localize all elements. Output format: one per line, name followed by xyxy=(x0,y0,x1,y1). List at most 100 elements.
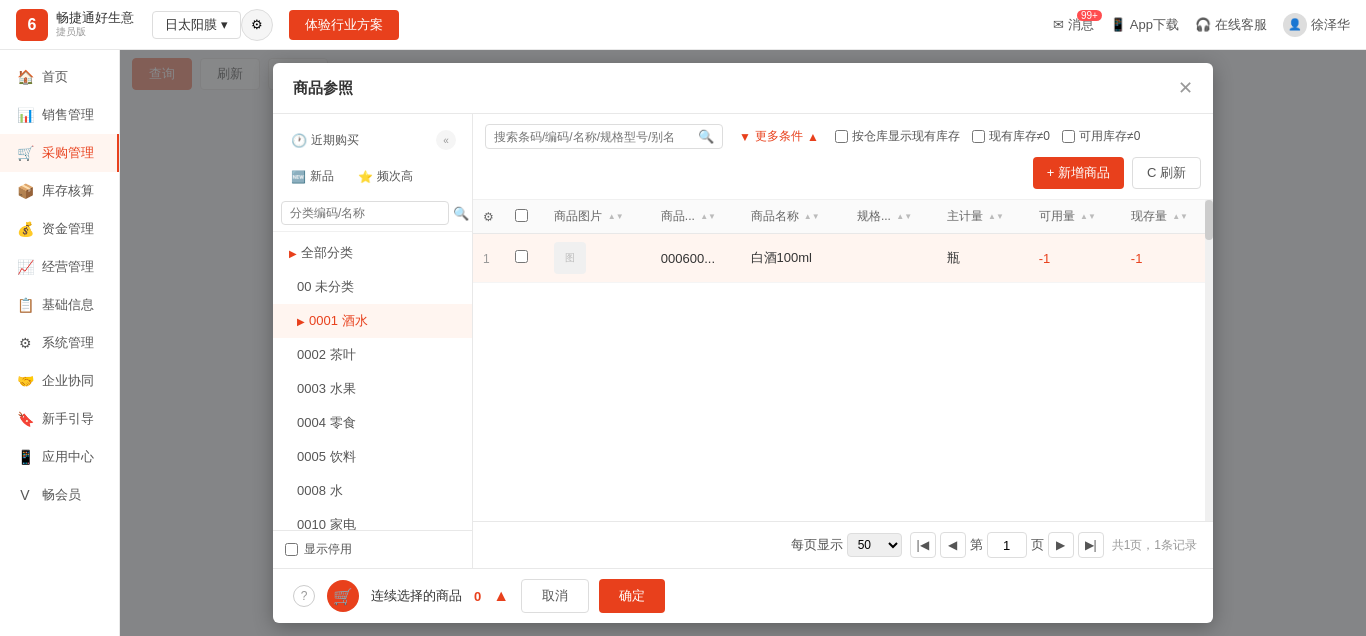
help-icon-button[interactable]: ? xyxy=(293,585,315,607)
next-page-button[interactable]: ▶ xyxy=(1048,532,1074,558)
user-profile-button[interactable]: 👤 徐泽华 xyxy=(1283,13,1350,37)
sidebar-item-purchase[interactable]: 🛒 采购管理 xyxy=(0,134,119,172)
sidebar-item-finance[interactable]: 💰 资金管理 xyxy=(0,210,119,248)
table-row[interactable]: 1 图 000600... 白酒100ml 瓶 xyxy=(473,234,1213,283)
apps-icon: 📱 xyxy=(16,448,34,466)
product-search-input[interactable] xyxy=(494,130,694,144)
th-settings[interactable]: ⚙ xyxy=(473,200,505,234)
new-products-tab[interactable]: 🆕 新品 xyxy=(281,162,344,191)
th-spec[interactable]: 规格... ▲▼ xyxy=(847,200,937,234)
sidebar-label-finance: 资金管理 xyxy=(42,220,94,238)
app-download-button[interactable]: 📱 App下载 xyxy=(1110,16,1179,34)
arrow-icon: ▶ xyxy=(289,248,297,259)
sidebar-label-operations: 经营管理 xyxy=(42,258,94,276)
messages-button[interactable]: ✉ 消息 99+ xyxy=(1053,16,1094,34)
sidebar-item-system[interactable]: ⚙ 系统管理 xyxy=(0,324,119,362)
search-icon[interactable]: 🔍 xyxy=(698,129,714,144)
category-fruit[interactable]: 0003 水果 xyxy=(273,372,472,406)
category-tea[interactable]: 0002 茶叶 xyxy=(273,338,472,372)
filter-icon: ▼ xyxy=(739,130,751,144)
sidebar-item-basic-info[interactable]: 📋 基础信息 xyxy=(0,286,119,324)
cancel-button[interactable]: 取消 xyxy=(521,579,589,613)
row-checkbox[interactable] xyxy=(515,250,528,263)
recent-purchase-label: 近期购买 xyxy=(311,132,359,149)
last-page-button[interactable]: ▶| xyxy=(1078,532,1104,558)
company-selector[interactable]: 日太阳膜 ▾ xyxy=(152,11,241,39)
warehouse-stock-checkbox-label[interactable]: 按仓库显示现有库存 xyxy=(835,128,960,145)
inventory-icon: 📦 xyxy=(16,182,34,200)
per-page-select[interactable]: 50 10 20 100 xyxy=(847,533,902,557)
th-image[interactable]: 商品图片 ▲▼ xyxy=(544,200,650,234)
category-water-label: 0008 水 xyxy=(297,482,343,500)
category-snack[interactable]: 0004 零食 xyxy=(273,406,472,440)
cart-icon-button[interactable]: 🛒 xyxy=(327,580,359,612)
category-all[interactable]: ▶ 全部分类 xyxy=(273,236,472,270)
message-icon: ✉ xyxy=(1053,17,1064,32)
customer-service-button[interactable]: 🎧 在线客服 xyxy=(1195,16,1267,34)
page-number-input[interactable] xyxy=(987,532,1027,558)
sidebar-label-inventory: 库存核算 xyxy=(42,182,94,200)
th-name[interactable]: 商品名称 ▲▼ xyxy=(741,200,847,234)
cart-count: 0 xyxy=(474,589,481,604)
cart-collapse-button[interactable]: ▲ xyxy=(493,587,509,605)
available-stock-checkbox[interactable] xyxy=(1062,130,1075,143)
current-stock-checkbox[interactable] xyxy=(972,130,985,143)
right-panel: 🔍 ▼ 更多条件 ▲ 按仓库显示现有库存 xyxy=(473,114,1213,568)
sidebar: 🏠 首页 📊 销售管理 🛒 采购管理 📦 库存核算 💰 资金管理 📈 经营管理 … xyxy=(0,50,120,636)
sidebar-item-operations[interactable]: 📈 经营管理 xyxy=(0,248,119,286)
category-list: ▶ 全部分类 00 未分类 ▶ 0001 酒水 0002 茶 xyxy=(273,232,472,530)
sidebar-item-inventory[interactable]: 📦 库存核算 xyxy=(0,172,119,210)
first-page-button[interactable]: |◀ xyxy=(910,532,936,558)
sidebar-item-guide[interactable]: 🔖 新手引导 xyxy=(0,400,119,438)
prev-page-button[interactable]: ◀ xyxy=(940,532,966,558)
arrow-icon-liquor: ▶ xyxy=(297,316,305,327)
th-unit[interactable]: 主计量 ▲▼ xyxy=(937,200,1029,234)
th-available[interactable]: 可用量 ▲▼ xyxy=(1029,200,1121,234)
sidebar-item-apps[interactable]: 📱 应用中心 xyxy=(0,438,119,476)
category-search-button[interactable]: 🔍 xyxy=(453,201,469,225)
cell-checkbox[interactable] xyxy=(505,234,544,283)
select-all-checkbox[interactable] xyxy=(515,209,528,222)
current-stock-checkbox-label[interactable]: 现有库存≠0 xyxy=(972,128,1050,145)
logo-area: 6 畅捷通好生意 捷员版 xyxy=(16,9,136,41)
more-filter-button[interactable]: ▼ 更多条件 ▲ xyxy=(731,124,827,149)
refresh-button[interactable]: C 刷新 xyxy=(1132,157,1201,189)
scrollbar[interactable] xyxy=(1205,200,1213,521)
th-stock[interactable]: 现存量 ▲▼ xyxy=(1121,200,1213,234)
category-liquor-label: 0001 酒水 xyxy=(309,312,368,330)
collapse-panel-button[interactable]: « xyxy=(436,130,456,150)
logo-sub: 捷员版 xyxy=(56,25,134,39)
show-disabled-checkbox[interactable] xyxy=(285,543,298,556)
th-code[interactable]: 商品... ▲▼ xyxy=(651,200,741,234)
recent-purchase-tab[interactable]: 🕐 近期购买 xyxy=(281,126,369,155)
clock-icon: 🕐 xyxy=(291,133,307,148)
th-checkbox[interactable] xyxy=(505,200,544,234)
sidebar-item-sales[interactable]: 📊 销售管理 xyxy=(0,96,119,134)
toolbar-right: + 新增商品 C 刷新 xyxy=(1033,157,1201,189)
settings-button[interactable]: ⚙ xyxy=(241,9,273,41)
frequent-tab[interactable]: ⭐ 频次高 xyxy=(348,162,423,191)
experience-button[interactable]: 体验行业方案 xyxy=(289,10,399,40)
modal-close-button[interactable]: ✕ xyxy=(1178,77,1193,99)
filter-checkboxes: 按仓库显示现有库存 现有库存≠0 可用库存≠0 xyxy=(835,128,1141,145)
add-product-button[interactable]: + 新增商品 xyxy=(1033,157,1124,189)
warehouse-stock-checkbox[interactable] xyxy=(835,130,848,143)
sidebar-item-home[interactable]: 🏠 首页 xyxy=(0,58,119,96)
category-water[interactable]: 0008 水 xyxy=(273,474,472,508)
user-name: 徐泽华 xyxy=(1311,16,1350,34)
category-search-input[interactable] xyxy=(281,201,449,225)
category-uncategorized[interactable]: 00 未分类 xyxy=(273,270,472,304)
scroll-thumb[interactable] xyxy=(1205,200,1213,240)
category-all-label: 全部分类 xyxy=(301,244,353,262)
sort-icon-stock: ▲▼ xyxy=(1172,212,1188,221)
sidebar-item-enterprise[interactable]: 🤝 企业协同 xyxy=(0,362,119,400)
sort-icon-available: ▲▼ xyxy=(1080,212,1096,221)
sidebar-item-members[interactable]: V 畅会员 xyxy=(0,476,119,514)
modal-title: 商品参照 xyxy=(293,79,353,98)
category-liquor[interactable]: ▶ 0001 酒水 xyxy=(273,304,472,338)
sidebar-label-sales: 销售管理 xyxy=(42,106,94,124)
category-beverage[interactable]: 0005 饮料 xyxy=(273,440,472,474)
confirm-button[interactable]: 确定 xyxy=(599,579,665,613)
available-stock-checkbox-label[interactable]: 可用库存≠0 xyxy=(1062,128,1140,145)
category-appliance[interactable]: 0010 家电 xyxy=(273,508,472,530)
